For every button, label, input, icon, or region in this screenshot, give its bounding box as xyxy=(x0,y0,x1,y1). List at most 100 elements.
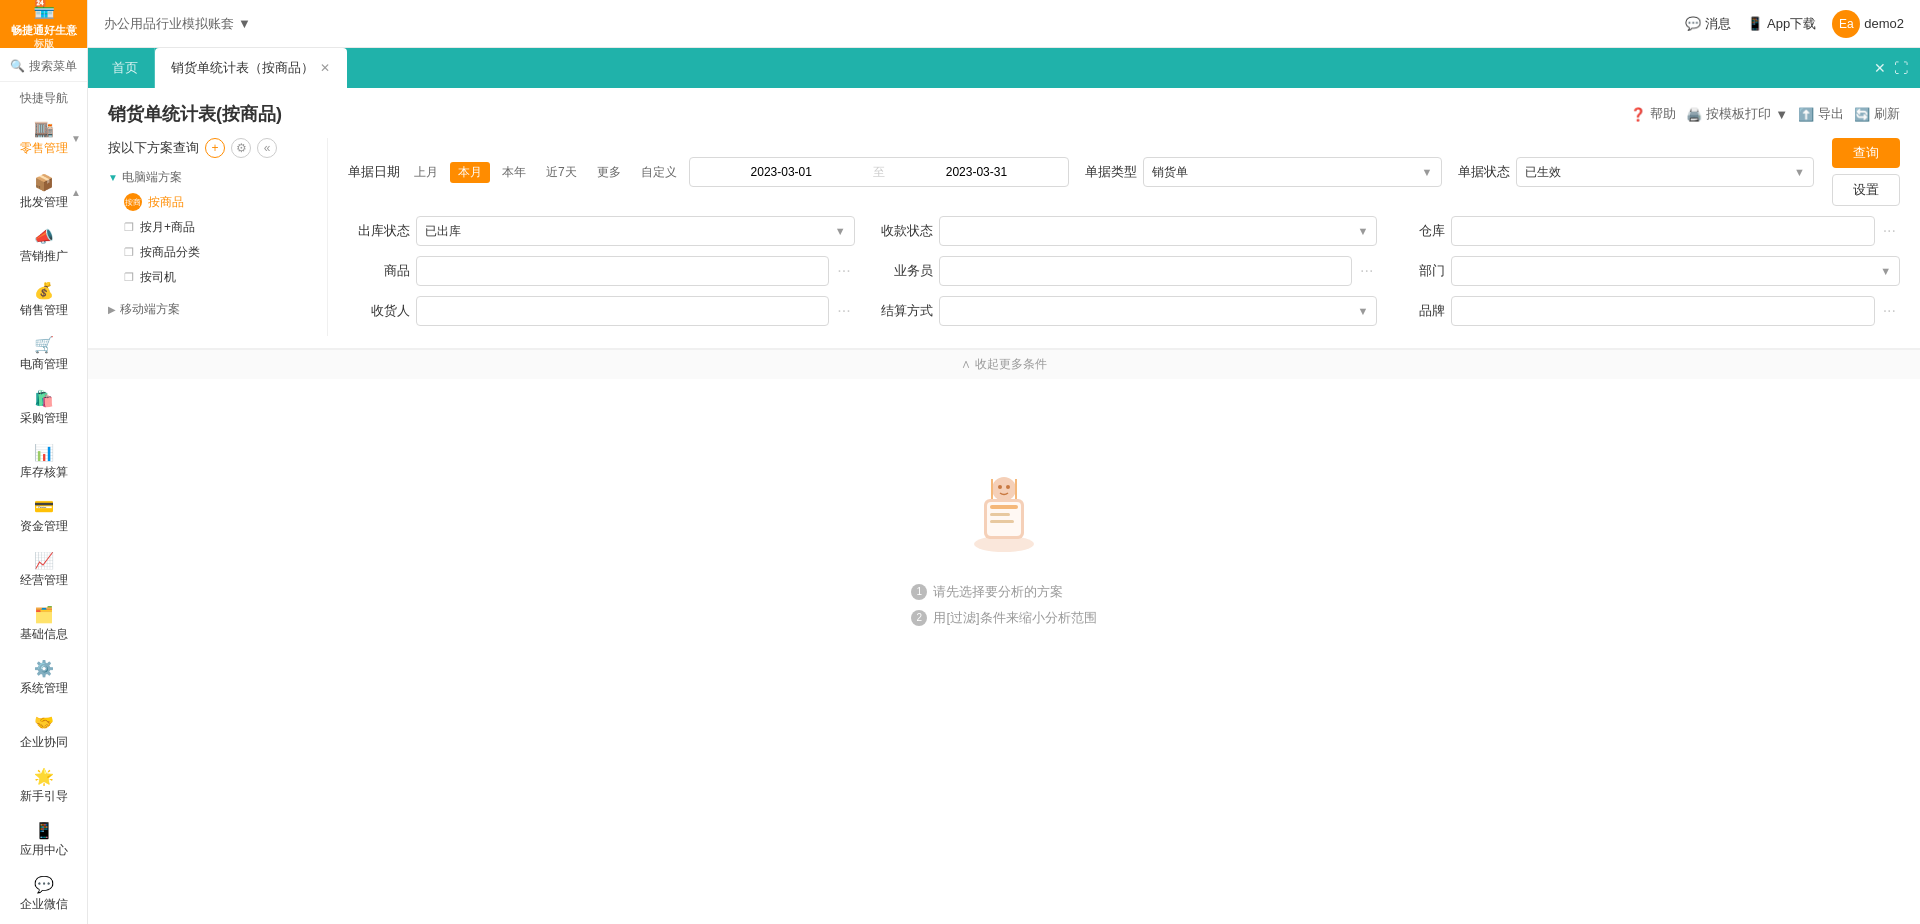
help-icon: ❓ xyxy=(1630,107,1646,122)
sidebar-item-apps[interactable]: 📱 应用中心 xyxy=(0,813,87,867)
add-scheme-button[interactable]: + xyxy=(205,138,225,158)
doctype-chevron-icon: ▼ xyxy=(1422,166,1433,178)
outstatus-control[interactable]: 已出库 ▼ xyxy=(416,216,855,246)
wechat-icon: 💬 xyxy=(34,875,54,894)
sidebar-item-wholesale[interactable]: 📦 批发管理 ▲ xyxy=(0,165,87,219)
sidebar-item-wechat[interactable]: 💬 企业微信 xyxy=(0,867,87,921)
main-area: 办公用品行业模拟账套 ▼ 💬 消息 📱 App下载 Ea demo2 首页 xyxy=(88,0,1920,924)
operations-icon: 📈 xyxy=(34,551,54,570)
sidebar-item-basic[interactable]: 🗂️ 基础信息 xyxy=(0,597,87,651)
filter-goods-item: 商品 ··· xyxy=(340,256,855,286)
date-tab-current-month[interactable]: 本月 xyxy=(450,162,490,183)
goods-dots-icon[interactable]: ··· xyxy=(833,263,854,279)
date-input-range[interactable]: 2023-03-01 至 2023-03-31 xyxy=(689,157,1069,187)
sidebar-item-retail[interactable]: 🏬 零售管理 ▼ xyxy=(0,111,87,165)
sidebar-item-sales[interactable]: 💰 销售管理 xyxy=(0,273,87,327)
scheme-mobile-header[interactable]: ▶ 移动端方案 xyxy=(108,298,315,321)
goods-label: 商品 xyxy=(340,262,410,280)
sidebar-item-finance[interactable]: 💳 资金管理 xyxy=(0,489,87,543)
date-tab-prev-month[interactable]: 上月 xyxy=(406,162,446,183)
sidebar-item-purchase[interactable]: 🛍️ 采购管理 xyxy=(0,381,87,435)
sidebar-item-newbie[interactable]: 🌟 新手引导 xyxy=(0,759,87,813)
filter-row-1: 单据日期 上月 本月 本年 近7天 更多 自定义 xyxy=(340,138,1900,206)
company-selector[interactable]: 办公用品行业模拟账套 ▼ xyxy=(104,15,251,33)
app-download-button[interactable]: 📱 App下载 xyxy=(1747,15,1816,33)
docstatus-chevron-icon: ▼ xyxy=(1794,166,1805,178)
collapse-scheme-button[interactable]: « xyxy=(257,138,277,158)
sales-icon: 💰 xyxy=(34,281,54,300)
doctype-control[interactable]: 销货单 ▼ xyxy=(1143,157,1442,187)
phone-icon: 📱 xyxy=(1747,16,1763,31)
receiver-label: 收货人 xyxy=(340,302,410,320)
brand-dots-icon[interactable]: ··· xyxy=(1879,303,1900,319)
settlement-chevron-icon: ▼ xyxy=(1357,305,1368,317)
expand-icon: ▼ xyxy=(71,133,81,144)
triangle-right-icon: ▶ xyxy=(108,304,116,315)
date-to-input[interactable]: 2023-03-31 xyxy=(885,165,1068,179)
export-button[interactable]: ⬆️ 导出 xyxy=(1798,105,1844,123)
settlement-label: 结算方式 xyxy=(863,302,933,320)
scheme-header: 按以下方案查询 + ⚙ « xyxy=(108,138,315,158)
svg-point-8 xyxy=(1006,485,1010,489)
scheme-active-icon: 按商 xyxy=(124,193,142,211)
brand-input[interactable] xyxy=(1451,296,1874,326)
goods-input[interactable] xyxy=(416,256,829,286)
print-icon: 🖨️ xyxy=(1686,107,1702,122)
tab-sales-stats[interactable]: 销货单统计表（按商品） ✕ xyxy=(155,48,347,88)
tab-minimize-icon[interactable]: ✕ xyxy=(1874,60,1886,76)
salesman-input[interactable] xyxy=(939,256,1352,286)
docstatus-control[interactable]: 已生效 ▼ xyxy=(1516,157,1815,187)
triangle-icon: ▼ xyxy=(108,172,118,183)
refresh-button[interactable]: 🔄 刷新 xyxy=(1854,105,1900,123)
receiver-dots-icon[interactable]: ··· xyxy=(833,303,854,319)
outstatus-chevron-icon: ▼ xyxy=(835,225,846,237)
scheme-desktop-header[interactable]: ▼ 电脑端方案 xyxy=(108,166,315,189)
setting-button[interactable]: 设置 xyxy=(1832,174,1900,206)
user-profile[interactable]: Ea demo2 xyxy=(1832,10,1904,38)
sidebar-item-enterprise[interactable]: 🤝 企业协同 xyxy=(0,705,87,759)
scheme-item-by-goods[interactable]: 按商 按商品 xyxy=(108,189,315,215)
tab-close-icon[interactable]: ✕ xyxy=(320,61,330,75)
receiver-input[interactable] xyxy=(416,296,829,326)
quick-nav-item[interactable]: 快捷导航 xyxy=(0,82,87,111)
dropdown-chevron-icon: ▼ xyxy=(238,16,251,31)
date-tab-7days[interactable]: 近7天 xyxy=(538,162,585,183)
help-button[interactable]: ❓ 帮助 xyxy=(1630,105,1676,123)
salesman-dots-icon[interactable]: ··· xyxy=(1356,263,1377,279)
filter-row-4: 收货人 ··· 结算方式 ▼ xyxy=(340,296,1900,326)
scheme-item-cashier[interactable]: ❐ 按司机 xyxy=(108,265,315,290)
query-button[interactable]: 查询 xyxy=(1832,138,1900,168)
filter-date-item: 单据日期 上月 本月 本年 近7天 更多 自定义 xyxy=(340,157,1069,187)
warehouse-dots-icon[interactable]: ··· xyxy=(1879,223,1900,239)
department-control[interactable]: ▼ xyxy=(1451,256,1900,286)
salesman-control: ··· xyxy=(939,256,1378,286)
sidebar-item-marketing[interactable]: 📣 营销推广 xyxy=(0,219,87,273)
sidebar-item-operations[interactable]: 📈 经营管理 xyxy=(0,543,87,597)
tab-home[interactable]: 首页 xyxy=(96,48,155,88)
scheme-item-month-goods[interactable]: ❐ 按月+商品 xyxy=(108,215,315,240)
retail-icon: 🏬 xyxy=(34,119,54,138)
date-tab-current-year[interactable]: 本年 xyxy=(494,162,534,183)
message-button[interactable]: 💬 消息 xyxy=(1685,15,1731,33)
search-menu-item[interactable]: 🔍 搜索菜单 xyxy=(0,48,87,82)
refresh-icon: 🔄 xyxy=(1854,107,1870,122)
scheme-item-goods-category[interactable]: ❐ 按商品分类 xyxy=(108,240,315,265)
sidebar-item-inventory[interactable]: 📊 库存核算 xyxy=(0,435,87,489)
svg-rect-4 xyxy=(990,513,1010,516)
sidebar-item-ecommerce[interactable]: 🛒 电商管理 xyxy=(0,327,87,381)
date-from-input[interactable]: 2023-03-01 xyxy=(690,165,873,179)
collapse-bar[interactable]: ∧ 收起更多条件 xyxy=(88,349,1920,379)
receiptstatus-control[interactable]: ▼ xyxy=(939,216,1378,246)
svg-point-6 xyxy=(992,477,1016,501)
date-tab-more[interactable]: 更多 xyxy=(589,162,629,183)
settings-scheme-button[interactable]: ⚙ xyxy=(231,138,251,158)
date-tab-custom[interactable]: 自定义 xyxy=(633,162,685,183)
page-actions: ❓ 帮助 🖨️ 按模板打印 ▼ ⬆️ 导出 🔄 刷新 xyxy=(1630,105,1900,123)
settlement-control[interactable]: ▼ xyxy=(939,296,1378,326)
filter-salesman-item: 业务员 ··· xyxy=(863,256,1378,286)
sidebar-item-system[interactable]: ⚙️ 系统管理 xyxy=(0,651,87,705)
tab-maximize-icon[interactable]: ⛶ xyxy=(1894,60,1908,76)
print-button[interactable]: 🖨️ 按模板打印 ▼ xyxy=(1686,105,1788,123)
filter-panel: 按以下方案查询 + ⚙ « ▼ 电脑端方案 按商 按商品 xyxy=(88,126,1920,349)
warehouse-input[interactable] xyxy=(1451,216,1874,246)
